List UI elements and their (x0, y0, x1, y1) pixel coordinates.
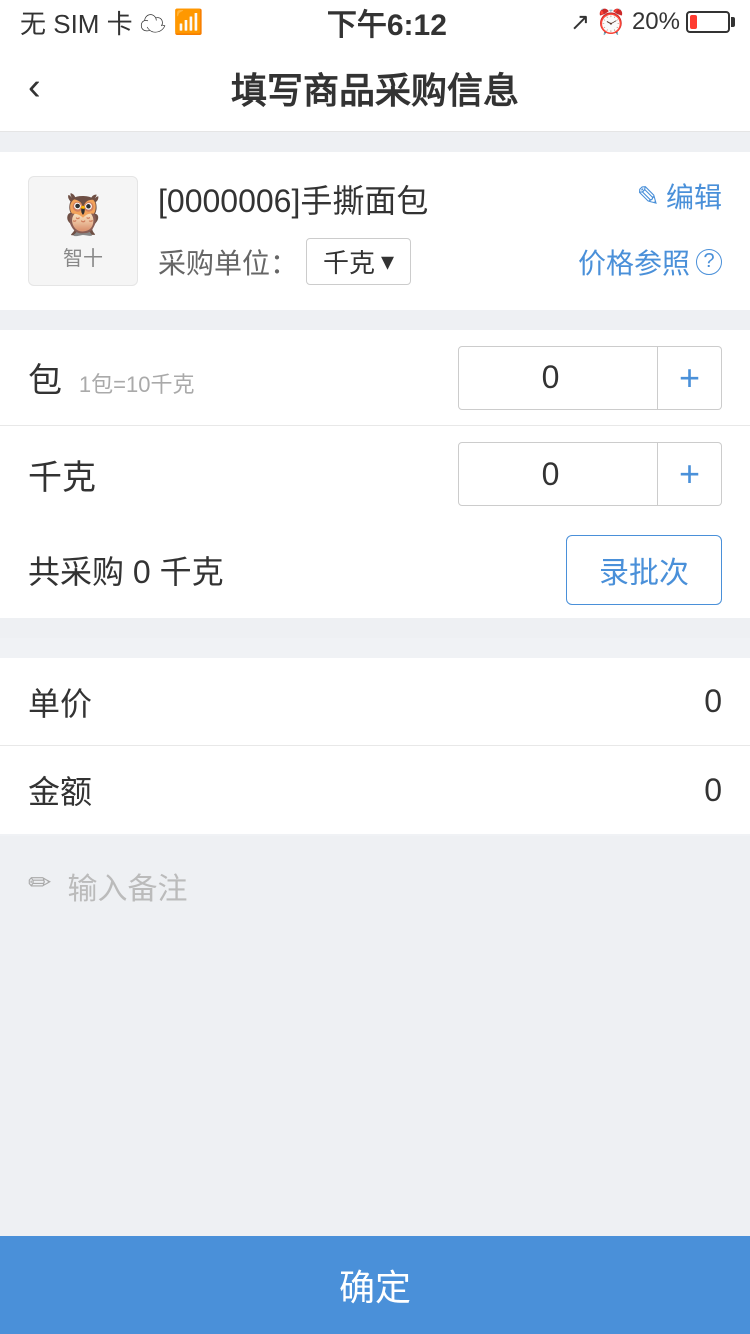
status-right: ↗ ⏰ 20% (570, 8, 730, 37)
alarm-icon: ⏰ (596, 8, 626, 37)
bao-plus-button[interactable]: + (658, 346, 722, 410)
bao-row: 包 1包=10千克 + (0, 330, 750, 426)
location-icon: ↗ (570, 8, 590, 37)
status-bar: 无 SIM 卡 ☁ 📶 下午6:12 ↗ ⏰ 20% (0, 0, 750, 44)
status-time: 下午6:12 (327, 0, 447, 44)
price-section: 单价 0 金额 0 (0, 658, 750, 834)
product-name: [0000006]手撕面包 (158, 176, 637, 222)
wifi-icon: 📶 (174, 8, 204, 37)
summary-text: 共采购 0 千克 (28, 547, 224, 593)
bao-sub-label: 1包=10千克 (79, 372, 195, 397)
back-button[interactable]: ‹ (28, 66, 41, 109)
notes-section[interactable]: ✏ 输入备注 (0, 836, 750, 956)
kg-label-wrap: 千克 (28, 450, 96, 499)
battery-icon (686, 11, 730, 33)
notes-placeholder: 输入备注 (67, 864, 187, 908)
kg-input-wrap: + (458, 442, 722, 506)
help-icon: ? (696, 249, 722, 275)
kg-row: 千克 + (0, 426, 750, 522)
unit-price-row: 单价 0 (0, 658, 750, 746)
chevron-down-icon: ▾ (381, 246, 394, 277)
product-header: [0000006]手撕面包 ✎ 编辑 (158, 176, 722, 222)
price-ref-button[interactable]: 价格参照 ? (578, 242, 722, 282)
product-owl-icon: 🦉 (58, 191, 108, 238)
divider-price (0, 618, 750, 638)
unit-value: 千克 (323, 243, 375, 280)
product-info: [0000006]手撕面包 ✎ 编辑 采购单位： 千克 ▾ 价格参照 ? (158, 176, 722, 285)
status-left: 无 SIM 卡 ☁ 📶 (20, 4, 204, 41)
amount-row: 金额 0 (0, 746, 750, 834)
bao-label: 包 (28, 362, 62, 400)
summary-row: 共采购 0 千克 录批次 (0, 522, 750, 618)
product-image: 🦉 智十 (28, 176, 138, 286)
sim-status: 无 SIM 卡 ☁ (20, 4, 166, 41)
unit-select[interactable]: 千克 ▾ (306, 238, 411, 285)
amount-label: 金额 (28, 767, 92, 813)
edit-icon: ✎ (637, 180, 660, 213)
divider-top (0, 132, 750, 152)
bao-input-wrap: + (458, 346, 722, 410)
kg-input[interactable] (458, 442, 658, 506)
unit-price-label: 单价 (28, 679, 92, 725)
bao-label-wrap: 包 1包=10千克 (28, 353, 194, 402)
unit-label: 采购单位： (158, 242, 298, 282)
amount-value: 0 (704, 772, 722, 809)
kg-plus-button[interactable]: + (658, 442, 722, 506)
bao-input[interactable] (458, 346, 658, 410)
product-card: 🦉 智十 [0000006]手撕面包 ✎ 编辑 采购单位： 千克 ▾ 价格参照 … (0, 152, 750, 310)
edit-label: 编辑 (666, 176, 722, 216)
price-ref-label: 价格参照 (578, 242, 690, 282)
product-image-text: 智十 (63, 242, 103, 271)
page-title: 填写商品采购信息 (231, 62, 519, 114)
record-batch-button[interactable]: 录批次 (566, 535, 722, 605)
confirm-button[interactable]: 确定 (0, 1236, 750, 1334)
nav-bar: ‹ 填写商品采购信息 (0, 44, 750, 132)
kg-label: 千克 (28, 459, 96, 497)
edit-button[interactable]: ✎ 编辑 (637, 176, 722, 216)
battery-percentage: 20% (632, 8, 680, 36)
pencil-icon: ✏ (28, 866, 51, 899)
battery-fill (690, 15, 697, 29)
product-unit-row: 采购单位： 千克 ▾ 价格参照 ? (158, 238, 722, 285)
unit-price-value: 0 (704, 683, 722, 720)
form-section: 包 1包=10千克 + 千克 + (0, 330, 750, 522)
divider-middle (0, 310, 750, 330)
